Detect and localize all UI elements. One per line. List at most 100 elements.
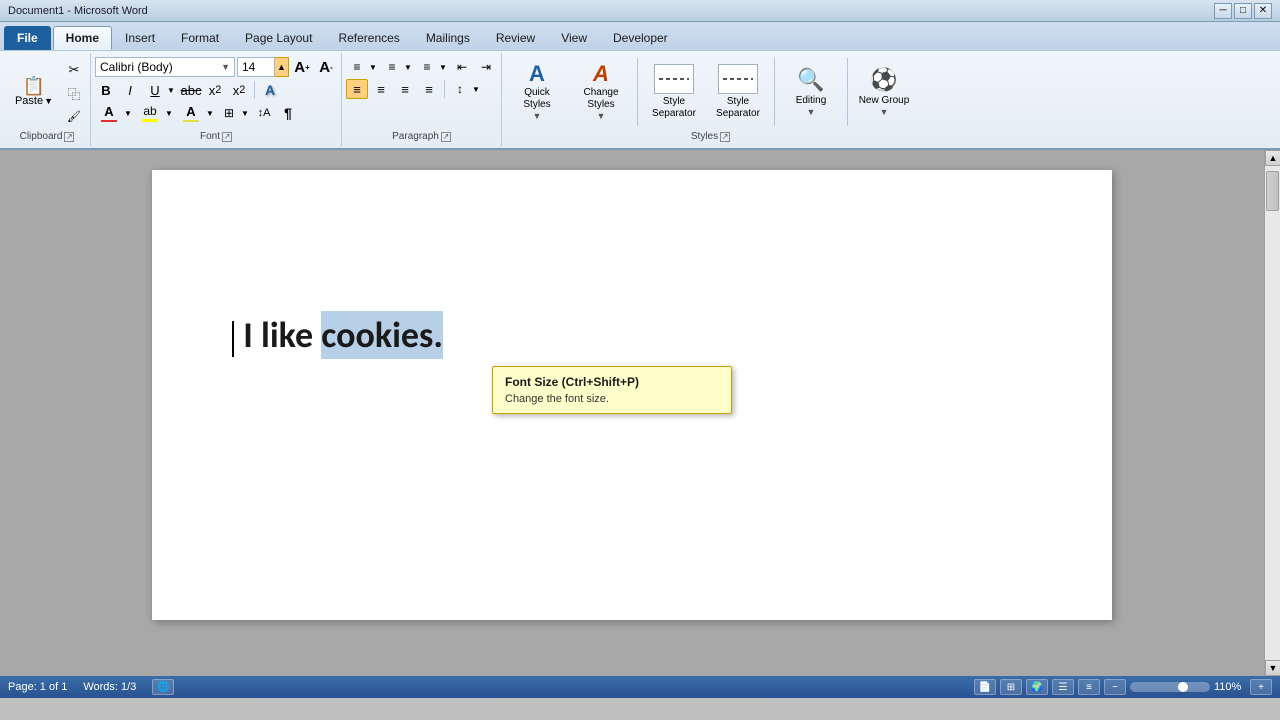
superscript-button[interactable]: x2 [228,80,250,100]
shading-dropdown[interactable]: ▼ [205,103,216,123]
zoom-in-button[interactable]: + [1250,679,1272,695]
minimize-button[interactable]: ─ [1214,3,1232,19]
maximize-button[interactable]: □ [1234,3,1252,19]
new-group-label: New Group [859,95,910,107]
view-fullscreen-button[interactable]: ⊞ [1000,679,1022,695]
font-color-control: A ▼ [95,103,134,123]
zoom-thumb[interactable] [1178,682,1188,692]
line-spacing-button[interactable]: ↕ [449,79,471,99]
tab-developer[interactable]: Developer [600,26,681,50]
italic-button[interactable]: I [119,80,141,100]
scroll-up-button[interactable]: ▲ [1265,150,1280,166]
numbered-list-button[interactable]: ≡ [381,57,403,77]
styles-separator-3 [847,58,848,126]
font-expand-button[interactable]: ↗ [222,132,232,142]
multilevel-list-dropdown[interactable]: ▼ [438,57,449,77]
subscript-button[interactable]: x2 [204,80,226,100]
show-formatting-button[interactable]: ¶ [277,103,299,123]
font-color-button[interactable]: A [95,103,123,123]
tab-view[interactable]: View [548,26,600,50]
align-right-button[interactable]: ≡ [394,79,416,99]
font-name-row: Calibri (Body) ▼ 14 ▲ A+ A- [95,57,337,77]
tab-page-layout[interactable]: Page Layout [232,26,325,50]
paragraph-group-label: Paragraph ↗ [346,129,497,144]
underline-dropdown[interactable]: ▼ [166,80,177,100]
font-size-increment-button[interactable]: ▲ [275,57,289,77]
close-button[interactable]: ✕ [1254,3,1272,19]
view-web-button[interactable]: 🌍 [1026,679,1048,695]
bullet-list-button[interactable]: ≡ [346,57,368,77]
font-size-input[interactable]: 14 [237,57,275,77]
language-button[interactable]: 🌐 [152,679,174,695]
text-effects-button[interactable]: A [259,80,281,100]
scroll-track[interactable] [1265,166,1280,660]
style-separator-icon-1 [654,64,694,94]
increase-font-size-button[interactable]: A+ [291,57,313,77]
alignment-separator [444,80,445,98]
scroll-down-button[interactable]: ▼ [1265,660,1280,676]
align-left-button[interactable]: ≡ [346,79,368,99]
tab-format[interactable]: Format [168,26,232,50]
style-separator-icon-2 [718,64,758,94]
border-dropdown[interactable]: ▼ [240,103,251,123]
align-center-button[interactable]: ≡ [370,79,392,99]
zoom-slider[interactable] [1130,682,1210,692]
styles-expand-button[interactable]: ↗ [720,132,730,142]
vertical-scrollbar[interactable]: ▲ ▼ [1264,150,1280,676]
decrease-font-size-button[interactable]: A- [315,57,337,77]
text-before-selection: I like [243,313,321,357]
underline-button[interactable]: U [144,80,166,100]
paragraph-expand-button[interactable]: ↗ [441,132,451,142]
view-outline-button[interactable]: ☰ [1052,679,1074,695]
tab-file[interactable]: File [4,26,51,50]
view-print-button[interactable]: 📄 [974,679,996,695]
bold-button[interactable]: B [95,80,117,100]
line-spacing-dropdown[interactable]: ▼ [471,79,482,99]
change-styles-button[interactable]: A ChangeStyles ▼ [570,57,632,127]
tab-home[interactable]: Home [53,26,112,50]
document-text[interactable]: I like cookies. [232,230,1032,360]
document-page[interactable]: Font Size (Ctrl+Shift+P) Change the font… [152,170,1112,620]
tab-insert[interactable]: Insert [112,26,168,50]
tab-references[interactable]: References [325,26,412,50]
bullet-list-dropdown[interactable]: ▼ [368,57,379,77]
document-area[interactable]: Font Size (Ctrl+Shift+P) Change the font… [0,150,1264,676]
tab-mailings[interactable]: Mailings [413,26,483,50]
clipboard-expand-button[interactable]: ↗ [64,132,74,142]
view-draft-button[interactable]: ≡ [1078,679,1100,695]
ribbon-content: 📋 Paste ▼ ✂ ⿻ 🖌 Clipboard ↗ [0,50,1280,148]
scroll-thumb[interactable] [1266,171,1279,211]
editing-button[interactable]: 🔍 Editing ▼ [780,57,842,127]
copy-button[interactable]: ⿻ [62,82,86,104]
style-separator-button-2[interactable]: StyleSeparator [707,57,769,127]
cut-button[interactable]: ✂ [62,59,86,81]
numbered-list-dropdown[interactable]: ▼ [403,57,414,77]
quick-styles-label: QuickStyles [523,87,550,111]
tab-review[interactable]: Review [483,26,548,50]
font-color-dropdown[interactable]: ▼ [123,103,134,123]
paste-button[interactable]: 📋 Paste ▼ [8,57,60,127]
border-button[interactable]: ⊞ [218,103,240,123]
format-painter-button[interactable]: 🖌 [62,105,86,127]
clipboard-group-content: 📋 Paste ▼ ✂ ⿻ 🖌 [8,55,86,129]
styles-group: A QuickStyles ▼ A ChangeStyles ▼ [502,53,919,146]
shading-button[interactable]: A [177,103,205,123]
increase-indent-button[interactable]: ⇥ [475,57,497,77]
new-group-arrow: ▼ [880,107,889,117]
new-group-button[interactable]: ⚽ New Group ▼ [853,57,915,127]
justify-button[interactable]: ≡ [418,79,440,99]
sort-button[interactable]: ↕A [253,103,275,123]
change-styles-arrow: ▼ [597,111,606,121]
highlight-button[interactable]: ab [136,103,164,123]
paste-icon: 📋 [23,77,45,95]
multilevel-list-button[interactable]: ≡ [416,57,438,77]
highlight-dropdown[interactable]: ▼ [164,103,175,123]
style-separator-button-1[interactable]: StyleSeparator [643,57,705,127]
font-group-content: Calibri (Body) ▼ 14 ▲ A+ A- [95,55,337,129]
strikethrough-button[interactable]: abc [180,80,202,100]
zoom-out-button[interactable]: − [1104,679,1126,695]
font-name-selector[interactable]: Calibri (Body) ▼ [95,57,235,77]
decrease-indent-button[interactable]: ⇤ [451,57,473,77]
quick-styles-button[interactable]: A QuickStyles ▼ [506,57,568,127]
paste-dropdown-arrow: ▼ [44,96,53,106]
